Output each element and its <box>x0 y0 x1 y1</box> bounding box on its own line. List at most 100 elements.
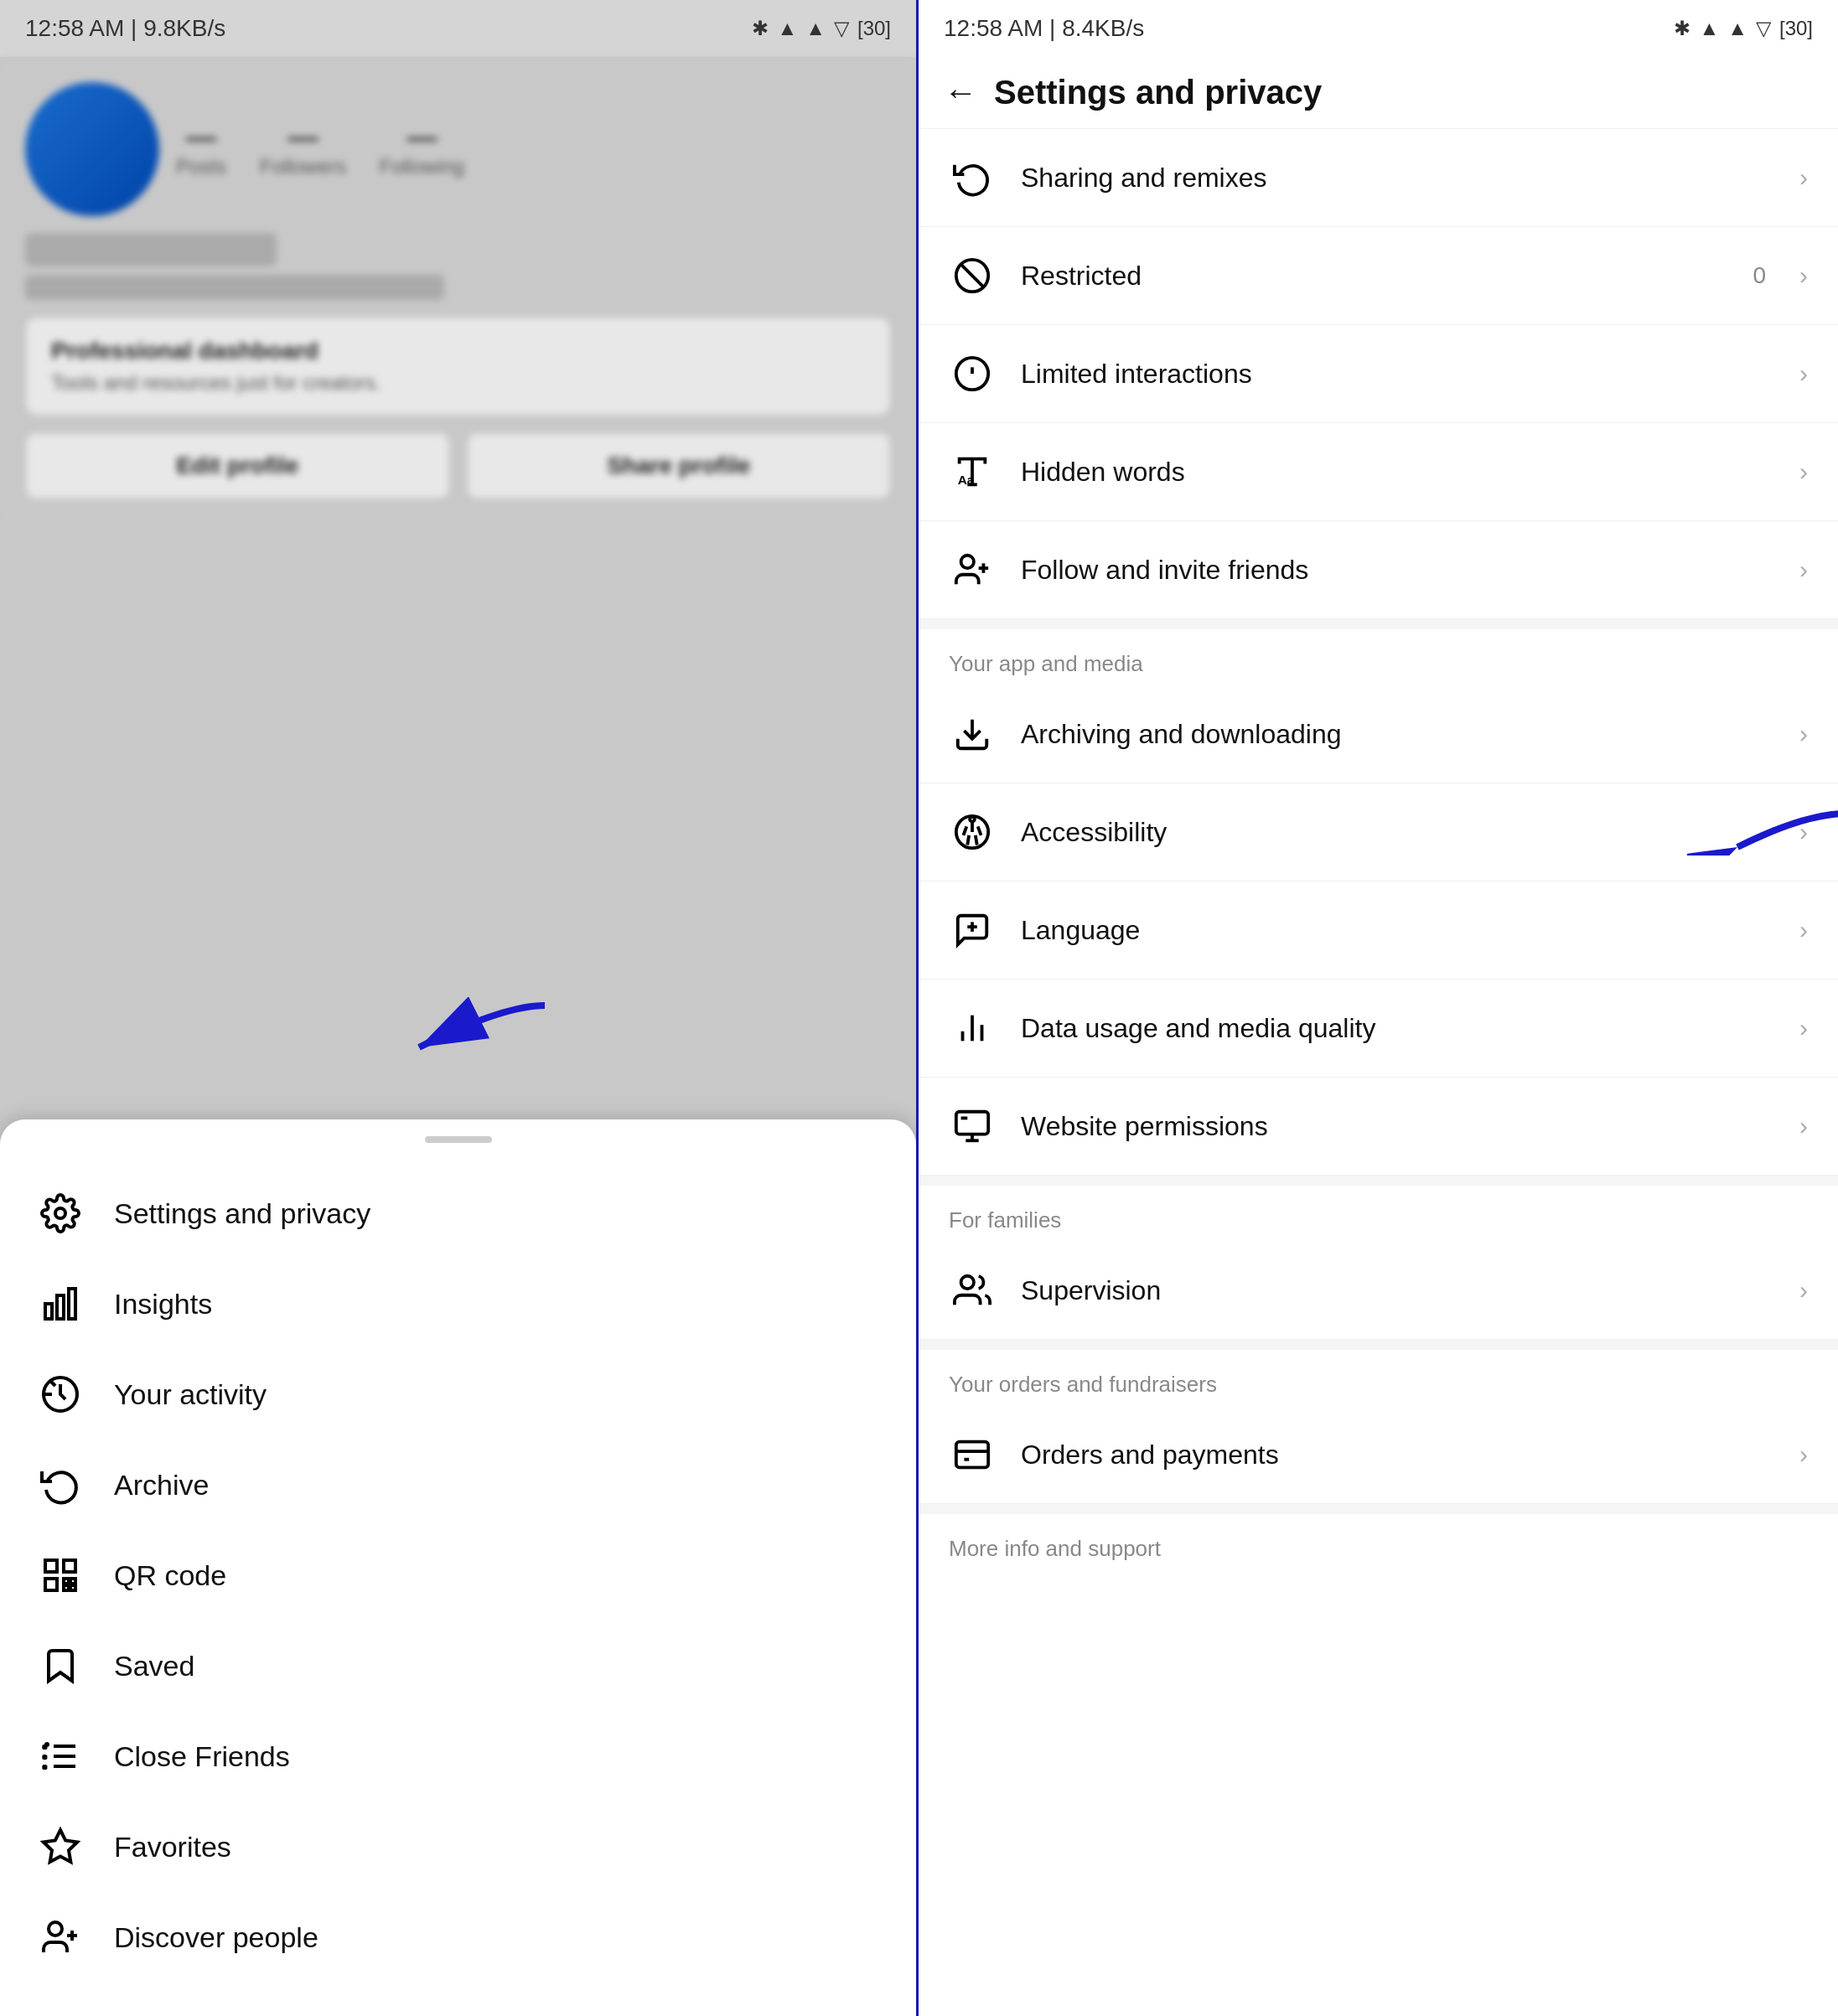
settings-item-website-permissions[interactable]: Website permissions › <box>919 1078 1838 1176</box>
settings-icon <box>37 1190 84 1237</box>
sheet-handle <box>425 1136 492 1143</box>
avatar <box>25 82 159 216</box>
close-friends-icon: ✦ ✦ ✦ <box>37 1733 84 1780</box>
menu-item-discover-people[interactable]: Discover people <box>0 1892 916 1982</box>
chevron-orders: › <box>1799 1440 1808 1469</box>
svg-text:✦: ✦ <box>42 1744 48 1751</box>
left-panel: 12:58 AM | 9.8KB/s ✱ ▲ ▲ ▽ [30] — Posts … <box>0 0 919 2016</box>
website-permissions-label: Website permissions <box>1021 1111 1774 1142</box>
archiving-label: Archiving and downloading <box>1021 719 1774 750</box>
activity-icon <box>37 1371 84 1418</box>
close-friends-label: Close Friends <box>114 1740 290 1773</box>
svg-rect-52 <box>956 1442 988 1468</box>
edit-profile-button[interactable]: Edit profile <box>25 432 450 499</box>
accessibility-icon <box>949 809 996 856</box>
accessibility-label: Accessibility <box>1021 817 1774 848</box>
menu-item-settings-privacy[interactable]: Settings and privacy <box>0 1168 916 1259</box>
restricted-value: 0 <box>1753 262 1766 289</box>
share-profile-button[interactable]: Share profile <box>467 432 892 499</box>
bluetooth-icon: ✱ <box>752 17 769 40</box>
settings-item-sharing-remixes[interactable]: Sharing and remixes › <box>919 129 1838 227</box>
svg-point-0 <box>55 1208 65 1218</box>
data-usage-label: Data usage and media quality <box>1021 1013 1774 1044</box>
svg-text:✦: ✦ <box>42 1764 48 1771</box>
chevron-restricted: › <box>1799 261 1808 290</box>
svg-rect-1 <box>45 1304 52 1319</box>
settings-item-language[interactable]: Language › <box>919 881 1838 980</box>
settings-item-supervision[interactable]: Supervision › <box>919 1242 1838 1340</box>
settings-item-data-usage[interactable]: Data usage and media quality › <box>919 980 1838 1078</box>
settings-item-archiving[interactable]: Archiving and downloading › <box>919 685 1838 783</box>
signal2-icon: ▲ <box>805 17 826 40</box>
settings-item-orders-payments[interactable]: Orders and payments › <box>919 1406 1838 1504</box>
settings-item-follow-invite[interactable]: Follow and invite friends › <box>919 521 1838 619</box>
settings-privacy-label: Settings and privacy <box>114 1197 370 1230</box>
archive-icon <box>37 1461 84 1508</box>
discover-people-label: Discover people <box>114 1921 318 1954</box>
chevron-accessibility: › <box>1799 818 1808 846</box>
discover-icon <box>37 1914 84 1961</box>
battery-icon: [30] <box>857 17 891 40</box>
menu-item-saved[interactable]: Saved <box>0 1621 916 1711</box>
menu-item-qr-code[interactable]: QR code <box>0 1530 916 1621</box>
pro-dashboard-card[interactable]: Professional dashboard Tools and resourc… <box>25 317 891 416</box>
section-label-families: For families <box>919 1186 1838 1242</box>
svg-rect-47 <box>956 1112 988 1135</box>
svg-point-23 <box>49 1922 62 1936</box>
divider-families <box>919 1176 1838 1186</box>
menu-item-archive[interactable]: Archive <box>0 1440 916 1530</box>
restricted-icon <box>949 252 996 299</box>
svg-text:Aa: Aa <box>958 473 975 487</box>
insights-label: Insights <box>114 1288 212 1321</box>
chevron-archiving: › <box>1799 720 1808 748</box>
status-icons-left: ✱ ▲ ▲ ▽ [30] <box>752 17 891 40</box>
chevron-hidden: › <box>1799 457 1808 486</box>
right-panel: 12:58 AM | 8.4KB/s ✱ ▲ ▲ ▽ [30] ← Settin… <box>919 0 1838 2016</box>
download-icon <box>949 711 996 757</box>
favorites-icon <box>37 1823 84 1870</box>
battery-icon-r: [30] <box>1779 17 1813 40</box>
settings-item-accessibility[interactable]: Accessibility › <box>919 783 1838 881</box>
chevron-language: › <box>1799 916 1808 944</box>
qr-icon <box>37 1552 84 1599</box>
restricted-label: Restricted <box>1021 261 1727 292</box>
follow-invite-icon <box>949 546 996 593</box>
action-buttons: Edit profile Share profile <box>25 432 891 499</box>
menu-item-close-friends[interactable]: ✦ ✦ ✦ Close Friends <box>0 1711 916 1801</box>
signal2-icon-r: ▲ <box>1727 17 1747 40</box>
saved-label: Saved <box>114 1650 194 1683</box>
orders-payments-label: Orders and payments <box>1021 1440 1774 1471</box>
share-icon <box>949 154 996 201</box>
back-button[interactable]: ← <box>944 74 977 111</box>
section-label-more-info: More info and support <box>919 1514 1838 1570</box>
limited-interactions-icon <box>949 350 996 397</box>
section-label-app-media: Your app and media <box>919 629 1838 685</box>
svg-point-35 <box>961 556 974 568</box>
menu-item-your-activity[interactable]: Your activity <box>0 1349 916 1440</box>
hidden-words-label: Hidden words <box>1021 457 1774 488</box>
chevron-follow: › <box>1799 556 1808 584</box>
orders-icon <box>949 1431 996 1478</box>
chevron-website: › <box>1799 1112 1808 1140</box>
svg-point-51 <box>961 1276 974 1289</box>
wifi-icon: ▽ <box>834 17 849 40</box>
blurred-name <box>25 233 277 266</box>
settings-item-hidden-words[interactable]: Aa Hidden words › <box>919 423 1838 521</box>
svg-marker-22 <box>44 1830 77 1862</box>
settings-item-restricted[interactable]: Restricted 0 › <box>919 227 1838 325</box>
language-label: Language <box>1021 915 1774 946</box>
divider-app-media <box>919 619 1838 629</box>
favorites-label: Favorites <box>114 1831 231 1864</box>
svg-rect-6 <box>64 1560 75 1572</box>
profile-top: — Posts — Followers — Following <box>25 82 891 216</box>
status-bar-right: 12:58 AM | 8.4KB/s ✱ ▲ ▲ ▽ [30] <box>919 0 1838 57</box>
signal-icon: ▲ <box>777 17 797 40</box>
menu-item-insights[interactable]: Insights <box>0 1259 916 1349</box>
data-usage-icon <box>949 1005 996 1052</box>
settings-item-limited-interactions[interactable]: Limited interactions › <box>919 325 1838 423</box>
menu-item-favorites[interactable]: Favorites <box>0 1801 916 1892</box>
section-label-orders: Your orders and fundraisers <box>919 1350 1838 1406</box>
chevron-supervision: › <box>1799 1276 1808 1305</box>
svg-rect-8 <box>64 1579 69 1584</box>
follow-invite-label: Follow and invite friends <box>1021 555 1774 586</box>
